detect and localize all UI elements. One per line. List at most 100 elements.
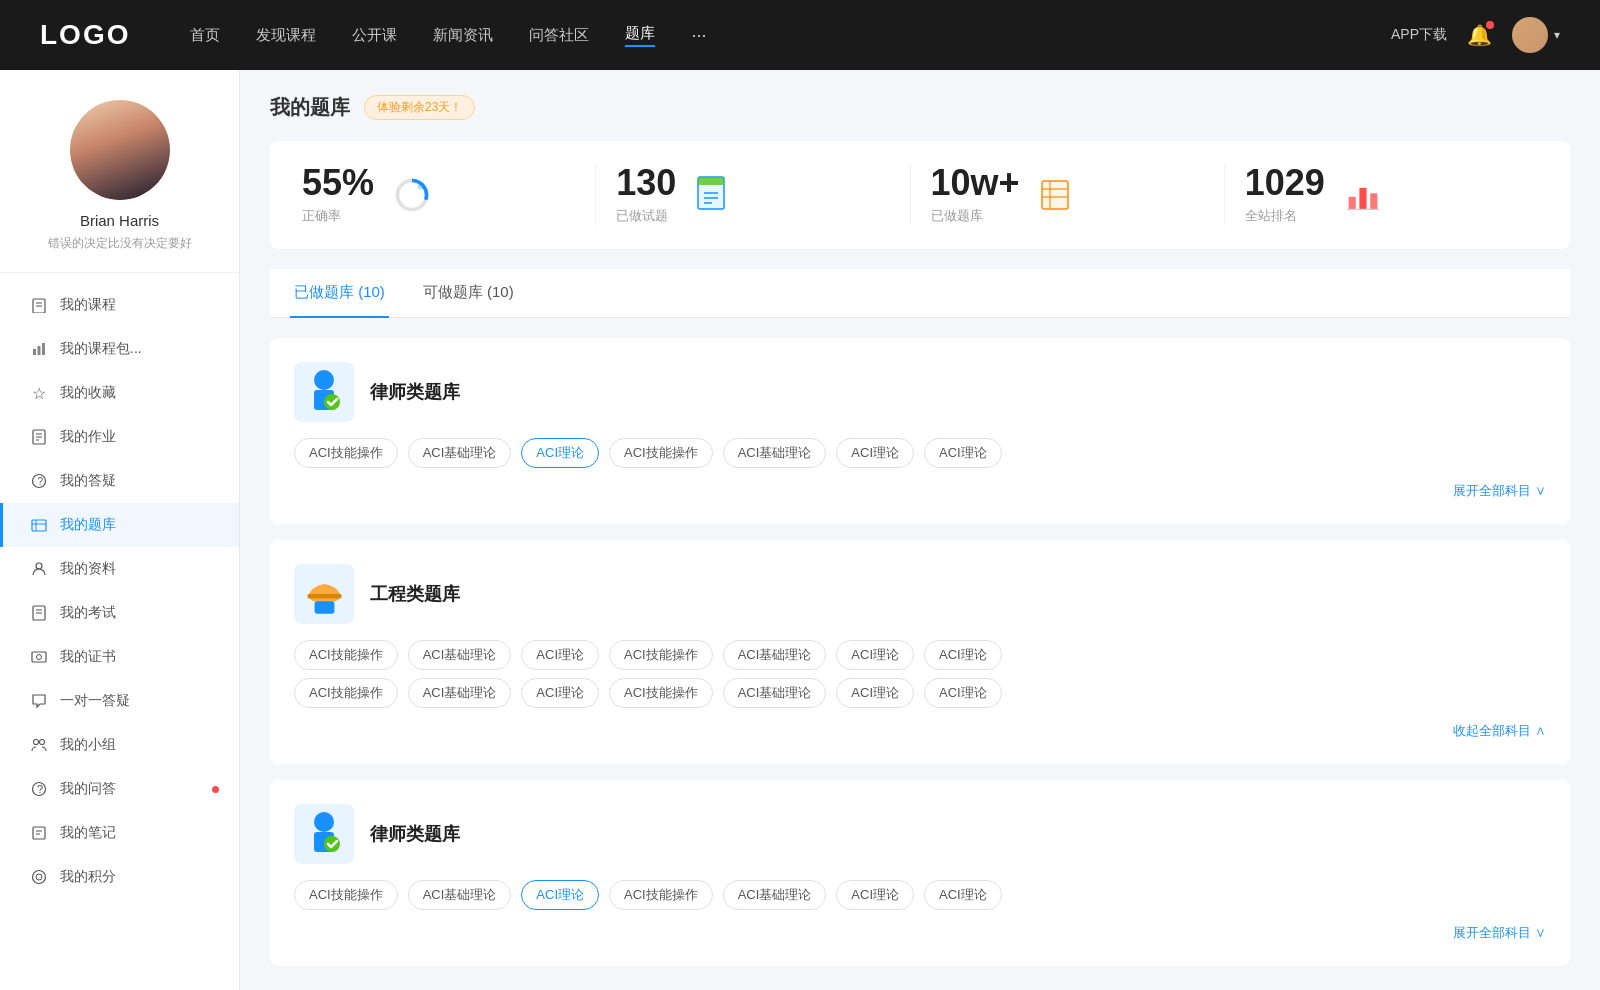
tag[interactable]: ACI基础理论 (408, 880, 512, 910)
tag[interactable]: ACI理论 (521, 640, 599, 670)
course-icon (30, 296, 48, 314)
svg-rect-51 (314, 601, 334, 614)
sidebar-item-label: 我的题库 (60, 516, 116, 534)
sidebar-item-my-notes[interactable]: 我的笔记 (0, 811, 239, 855)
stat-rank-label: 全站排名 (1245, 207, 1325, 225)
expand-link-2[interactable]: 展开全部科目 ∨ (294, 918, 1546, 942)
tag[interactable]: ACI技能操作 (609, 880, 713, 910)
bank-name: 律师类题库 (370, 380, 460, 404)
tag[interactable]: ACI理论 (836, 640, 914, 670)
svg-point-54 (324, 836, 340, 852)
svg-point-48 (324, 394, 340, 410)
stat-done-questions: 130 已做试题 (596, 165, 910, 225)
tag[interactable]: ACI理论 (521, 678, 599, 708)
svg-rect-50 (307, 594, 341, 599)
header-right: APP下载 🔔 ▾ (1391, 17, 1560, 53)
nav-discover[interactable]: 发现课程 (256, 26, 316, 45)
tag[interactable]: ACI技能操作 (609, 678, 713, 708)
sidebar-item-homework[interactable]: 我的作业 (0, 415, 239, 459)
tags-row-2: ACI技能操作 ACI基础理论 ACI理论 ACI技能操作 ACI基础理论 AC… (294, 678, 1546, 708)
svg-rect-42 (1348, 197, 1355, 210)
header: LOGO 首页 发现课程 公开课 新闻资讯 问答社区 题库 ··· APP下载 … (0, 0, 1600, 70)
tag[interactable]: ACI基础理论 (723, 678, 827, 708)
notification-dot (1486, 21, 1494, 29)
tag[interactable]: ACI基础理论 (408, 640, 512, 670)
collapse-link[interactable]: 收起全部科目 ∧ (294, 716, 1546, 740)
sidebar-item-profile[interactable]: 我的资料 (0, 547, 239, 591)
tags-row: ACI技能操作 ACI基础理论 ACI理论 ACI技能操作 ACI基础理论 AC… (294, 438, 1546, 468)
tag[interactable]: ACI技能操作 (609, 438, 713, 468)
tag[interactable]: ACI基础理论 (723, 438, 827, 468)
tag[interactable]: ACI理论 (836, 880, 914, 910)
stats-section: 55% 正确率 130 已做试题 (270, 141, 1570, 249)
sidebar-item-course-package[interactable]: 我的课程包... (0, 327, 239, 371)
svg-rect-5 (42, 343, 45, 355)
sidebar-item-my-courses[interactable]: 我的课程 (0, 283, 239, 327)
tag[interactable]: ACI理论 (836, 438, 914, 468)
svg-rect-38 (1042, 181, 1068, 209)
stat-done-banks: 10w+ 已做题库 (911, 165, 1225, 225)
trial-badge: 体验剩余23天！ (364, 95, 475, 120)
tag[interactable]: ACI理论 (924, 640, 1002, 670)
tag[interactable]: ACI理论 (924, 678, 1002, 708)
bank-icon (30, 516, 48, 534)
question2-icon: ? (30, 780, 48, 798)
tag-active[interactable]: ACI理论 (521, 880, 599, 910)
svg-rect-4 (38, 346, 41, 355)
page-title: 我的题库 (270, 94, 350, 121)
nav-open-course[interactable]: 公开课 (352, 26, 397, 45)
sidebar-menu: 我的课程 我的课程包... ☆ 我的收藏 我的作业 ? (0, 283, 239, 899)
homework-icon (30, 428, 48, 446)
sidebar-item-one-on-one[interactable]: 一对一答疑 (0, 679, 239, 723)
expand-link[interactable]: 展开全部科目 ∨ (294, 476, 1546, 500)
bank-card-header: 工程类题库 (294, 564, 1546, 624)
tag[interactable]: ACI技能操作 (294, 640, 398, 670)
app-download-link[interactable]: APP下载 (1391, 26, 1447, 44)
sidebar-item-my-group[interactable]: 我的小组 (0, 723, 239, 767)
tag-active[interactable]: ACI理论 (521, 438, 599, 468)
tag[interactable]: ACI理论 (924, 880, 1002, 910)
stat-accuracy-label: 正确率 (302, 207, 374, 225)
avatar (1512, 17, 1548, 53)
tag[interactable]: ACI理论 (924, 438, 1002, 468)
nav-home[interactable]: 首页 (190, 26, 220, 45)
sidebar-item-question-bank[interactable]: 我的题库 (0, 503, 239, 547)
nav-qa[interactable]: 问答社区 (529, 26, 589, 45)
tab-available-banks[interactable]: 可做题库 (10) (419, 269, 518, 318)
user-avatar-button[interactable]: ▾ (1512, 17, 1560, 53)
stat-accuracy-value: 55% (302, 165, 374, 201)
chat-icon (30, 692, 48, 710)
tag[interactable]: ACI基础理论 (408, 678, 512, 708)
profile-icon (30, 560, 48, 578)
sidebar-item-label: 我的作业 (60, 428, 116, 446)
nav-news[interactable]: 新闻资讯 (433, 26, 493, 45)
nav-question-bank[interactable]: 题库 (625, 24, 655, 47)
tag[interactable]: ACI技能操作 (294, 438, 398, 468)
tag[interactable]: ACI基础理论 (723, 640, 827, 670)
sidebar-item-favorites[interactable]: ☆ 我的收藏 (0, 371, 239, 415)
tag[interactable]: ACI技能操作 (609, 640, 713, 670)
stat-done-banks-value: 10w+ (931, 165, 1020, 201)
tag[interactable]: ACI技能操作 (294, 880, 398, 910)
logo: LOGO (40, 19, 130, 51)
sidebar-item-my-points[interactable]: 我的积分 (0, 855, 239, 899)
svg-rect-44 (1370, 193, 1377, 209)
sidebar-item-label: 我的资料 (60, 560, 116, 578)
stat-done-banks-text: 10w+ 已做题库 (931, 165, 1020, 225)
bank-name: 律师类题库 (370, 822, 460, 846)
notification-bell-button[interactable]: 🔔 (1467, 23, 1492, 47)
sidebar-item-my-qa[interactable]: ? 我的答疑 (0, 459, 239, 503)
tag[interactable]: ACI技能操作 (294, 678, 398, 708)
tag[interactable]: ACI基础理论 (723, 880, 827, 910)
tag[interactable]: ACI理论 (836, 678, 914, 708)
tab-done-banks[interactable]: 已做题库 (10) (290, 269, 389, 318)
stat-done-questions-label: 已做试题 (616, 207, 676, 225)
svg-text:?: ? (37, 783, 43, 795)
stat-rank-text: 1029 全站排名 (1245, 165, 1325, 225)
nav-more[interactable]: ··· (691, 25, 706, 46)
sidebar-item-certificate[interactable]: 我的证书 (0, 635, 239, 679)
tag[interactable]: ACI基础理论 (408, 438, 512, 468)
sidebar-item-label: 一对一答疑 (60, 692, 130, 710)
sidebar-item-my-questions[interactable]: ? 我的问答 (0, 767, 239, 811)
sidebar-item-my-exam[interactable]: 我的考试 (0, 591, 239, 635)
